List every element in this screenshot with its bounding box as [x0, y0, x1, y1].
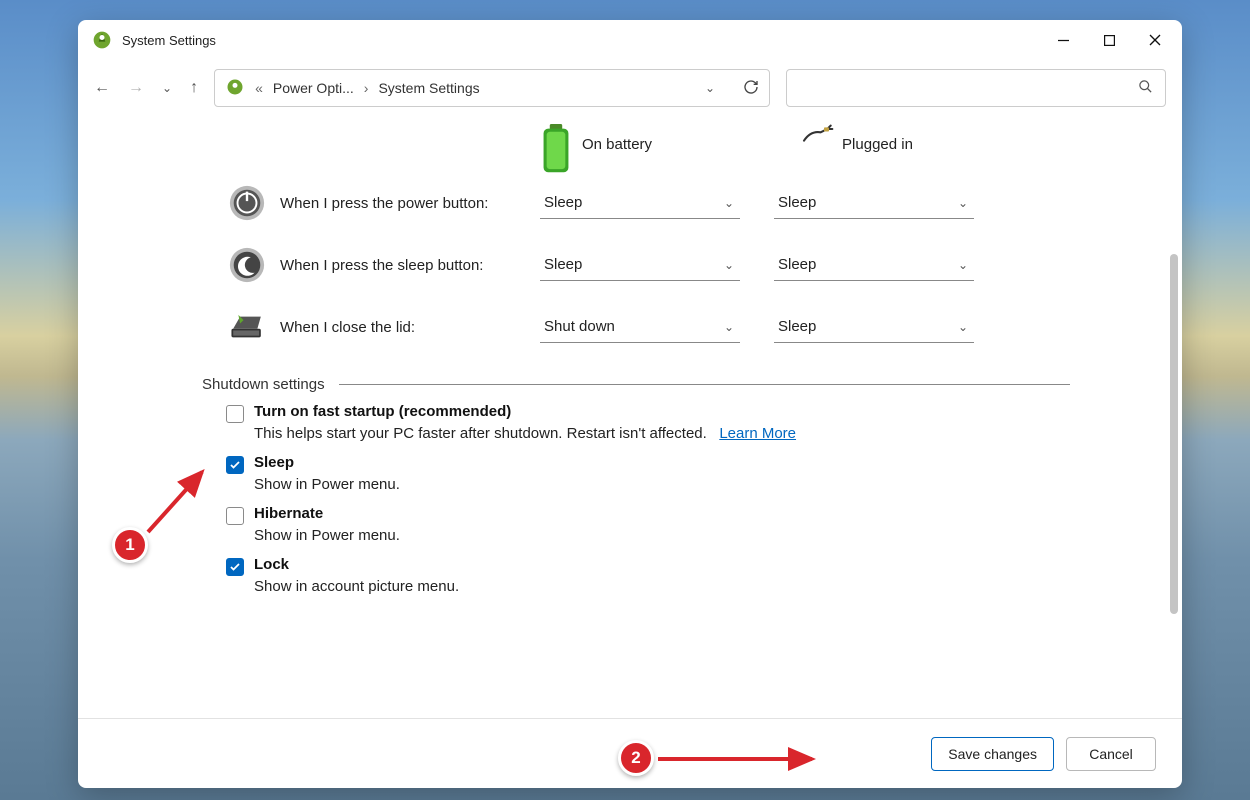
shutdown-section-header: Shutdown settings — [202, 376, 1158, 393]
chevron-down-icon: ⌄ — [724, 258, 734, 272]
breadcrumb-prefix: « — [255, 80, 263, 96]
scrollbar[interactable] — [1170, 124, 1178, 710]
app-icon — [92, 30, 112, 50]
sleep-button-icon — [228, 246, 266, 284]
fast-startup-checkbox[interactable] — [226, 405, 244, 423]
learn-more-link[interactable]: Learn More — [719, 425, 796, 442]
save-button[interactable]: Save changes — [931, 737, 1054, 771]
sleep-title: Sleep — [254, 454, 294, 471]
power-button-battery-select[interactable]: Sleep⌄ — [540, 187, 740, 219]
annotation-2: 2 — [618, 740, 654, 776]
fast-startup-item: Turn on fast startup (recommended) This … — [226, 403, 1158, 442]
fast-startup-title: Turn on fast startup (recommended) — [254, 403, 511, 420]
breadcrumb-icon — [225, 77, 245, 100]
fast-startup-desc: This helps start your PC faster after sh… — [254, 425, 707, 442]
back-button[interactable]: ← — [94, 79, 110, 97]
system-settings-window: System Settings ← → ⌄ ↑ « Power Opti... … — [78, 20, 1182, 788]
refresh-button[interactable] — [743, 79, 759, 98]
search-input[interactable] — [799, 79, 1138, 97]
divider — [339, 384, 1070, 385]
option-sleep-button: When I press the sleep button: Sleep⌄ Sl… — [102, 234, 1158, 296]
close-button[interactable] — [1132, 24, 1178, 56]
nav-row: ← → ⌄ ↑ « Power Opti... › System Setting… — [78, 60, 1182, 116]
titlebar: System Settings — [78, 20, 1182, 60]
sleep-checkbox[interactable] — [226, 456, 244, 474]
lid-battery-select[interactable]: Shut down⌄ — [540, 311, 740, 343]
chevron-down-icon: ⌄ — [724, 320, 734, 334]
scrollbar-thumb[interactable] — [1170, 254, 1178, 614]
option-label: When I press the power button: — [280, 195, 540, 212]
lock-title: Lock — [254, 556, 289, 573]
minimize-button[interactable] — [1040, 24, 1086, 56]
hibernate-desc: Show in Power menu. — [254, 527, 1158, 544]
search-box[interactable] — [786, 69, 1166, 107]
lock-item: Lock Show in account picture menu. — [226, 556, 1158, 595]
chevron-down-icon: ⌄ — [958, 320, 968, 334]
maximize-button[interactable] — [1086, 24, 1132, 56]
column-header-battery: On battery — [542, 124, 652, 164]
cancel-button[interactable]: Cancel — [1066, 737, 1156, 771]
up-button[interactable]: ↑ — [190, 79, 198, 97]
column-header-plugged: Plugged in — [802, 124, 913, 164]
option-label: When I press the sleep button: — [280, 257, 540, 274]
option-lid-close: When I close the lid: Shut down⌄ Sleep⌄ — [102, 296, 1158, 358]
chevron-down-icon: ⌄ — [958, 196, 968, 210]
window-title: System Settings — [122, 33, 216, 48]
breadcrumb-item-2[interactable]: System Settings — [378, 80, 479, 96]
option-power-button: When I press the power button: Sleep⌄ Sl… — [102, 172, 1158, 234]
battery-icon — [542, 124, 570, 164]
sleep-button-plugged-select[interactable]: Sleep⌄ — [774, 249, 974, 281]
lid-plugged-select[interactable]: Sleep⌄ — [774, 311, 974, 343]
option-label: When I close the lid: — [280, 319, 540, 336]
hibernate-item: Hibernate Show in Power menu. — [226, 505, 1158, 544]
search-icon[interactable] — [1138, 79, 1153, 97]
breadcrumb-chevron-down-icon[interactable]: ⌄ — [705, 81, 715, 95]
chevron-right-icon: › — [364, 80, 369, 96]
sleep-button-battery-select[interactable]: Sleep⌄ — [540, 249, 740, 281]
lock-checkbox[interactable] — [226, 558, 244, 576]
chevron-down-icon: ⌄ — [724, 196, 734, 210]
power-button-plugged-select[interactable]: Sleep⌄ — [774, 187, 974, 219]
chevron-down-icon: ⌄ — [958, 258, 968, 272]
history-dropdown[interactable]: ⌄ — [162, 81, 172, 95]
plug-icon — [802, 124, 830, 164]
sleep-desc: Show in Power menu. — [254, 476, 1158, 493]
power-button-icon — [228, 184, 266, 222]
breadcrumb[interactable]: « Power Opti... › System Settings ⌄ — [214, 69, 770, 107]
breadcrumb-item-1[interactable]: Power Opti... — [273, 80, 354, 96]
forward-button[interactable]: → — [128, 79, 144, 97]
hibernate-title: Hibernate — [254, 505, 323, 522]
lid-icon — [228, 308, 266, 346]
hibernate-checkbox[interactable] — [226, 507, 244, 525]
lock-desc: Show in account picture menu. — [254, 578, 1158, 595]
annotation-1: 1 — [112, 527, 148, 563]
content-area: On battery Plugged in When I press the p… — [78, 116, 1182, 718]
sleep-item: Sleep Show in Power menu. — [226, 454, 1158, 493]
